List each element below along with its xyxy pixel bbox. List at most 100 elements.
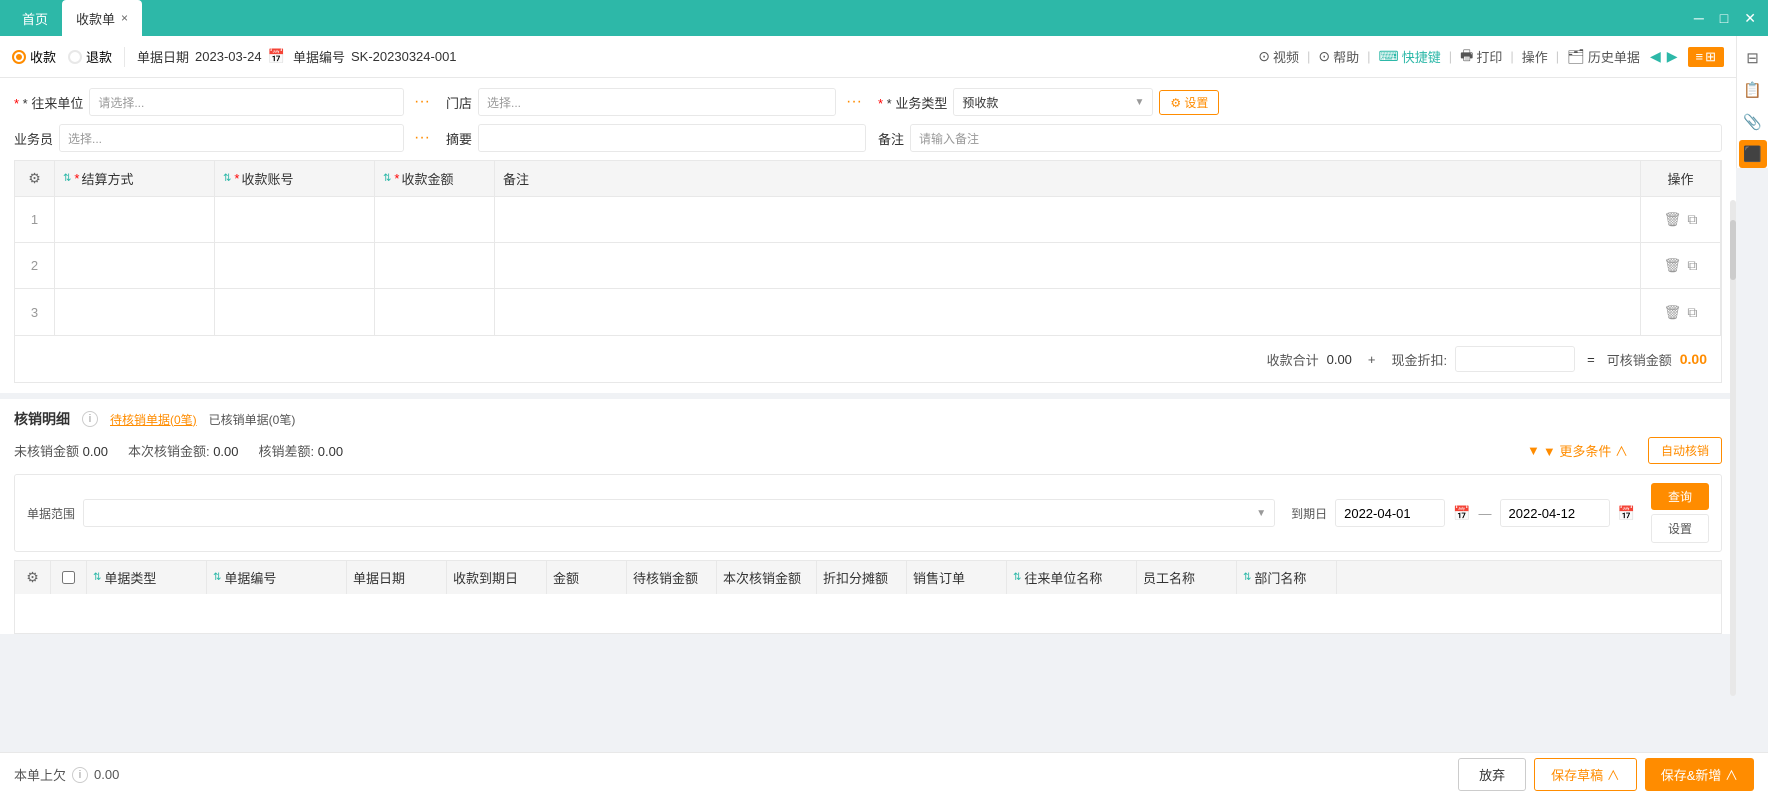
draft-button[interactable]: 保存草稿 ∧ [1534, 758, 1637, 791]
query-button[interactable]: 查询 [1651, 483, 1709, 510]
form-row-2: 业务员 选择... ··· 摘要 备注 请输入备注 [14, 124, 1722, 152]
video-icon: ⊙ [1258, 48, 1270, 65]
bottom-table-body [14, 594, 1722, 634]
right-sidebar: ⊟ 📋 📎 ⬛ [1736, 36, 1768, 168]
sort-icon3: ⇅ [383, 173, 391, 184]
due-date-filter: 到期日 2022-04-01 📅 — 2022-04-12 📅 [1291, 499, 1635, 527]
close-button[interactable]: ✕ [1740, 10, 1760, 27]
account-cell-3[interactable] [215, 289, 375, 335]
history-action[interactable]: 🗂 历史单据 [1567, 47, 1640, 66]
tab-close-icon[interactable]: × [121, 11, 128, 25]
delete-icon-1[interactable]: 🗑 [1664, 211, 1682, 228]
remark-input[interactable]: 请输入备注 [910, 124, 1722, 152]
pending-tab[interactable]: 待核销单据(0笔) [110, 411, 197, 428]
prev-arrow[interactable]: ◀ [1648, 48, 1663, 65]
filter-setting-button[interactable]: 设置 [1651, 514, 1709, 543]
video-action[interactable]: ⊙ 视频 [1258, 47, 1299, 66]
remark-cell-3[interactable] [495, 289, 1641, 335]
sort-partner-icon: ⇅ [1013, 572, 1021, 583]
bth-checkbox[interactable] [51, 561, 87, 594]
help-icon: ⊙ [1318, 48, 1330, 65]
staff-more-icon[interactable]: ··· [410, 129, 434, 147]
copy-icon-3[interactable]: ⧉ [1687, 304, 1697, 321]
settings-button[interactable]: ⚙ 设置 [1159, 90, 1219, 115]
partner-field: * 往来单位 请选择... ··· [14, 88, 434, 116]
layout-button[interactable]: ≡ ⊞ [1688, 47, 1725, 67]
hexiao-section: 核销明细 i 待核销单据(0笔) 已核销单据(0笔) 未核销金额 0.00 本次… [0, 399, 1736, 634]
next-arrow[interactable]: ▶ [1665, 48, 1680, 65]
receipt-radio[interactable]: 收款 [12, 47, 56, 66]
partner-more-icon[interactable]: ··· [410, 93, 434, 111]
minimize-button[interactable]: ─ [1690, 10, 1708, 26]
biz-type-arrow: ▼ [1134, 97, 1144, 108]
toolbar: 收款 退款 单据日期 2023-03-24 📅 单据编号 SK-20230324… [0, 36, 1736, 78]
tab-home[interactable]: 首页 [8, 0, 62, 36]
refund-radio[interactable]: 退款 [68, 47, 112, 66]
delete-icon-2[interactable]: 🗑 [1664, 257, 1682, 274]
bth-pending: 待核销金额 [627, 561, 717, 594]
partner-input[interactable]: 请选择... [89, 88, 404, 116]
remark-cell-1[interactable] [495, 197, 1641, 242]
table-row: 3 🗑 ⧉ [15, 289, 1721, 335]
date-to-cal-icon[interactable]: 📅 [1618, 505, 1635, 522]
bench-info-icon[interactable]: i [72, 767, 88, 783]
remark-cell-2[interactable] [495, 243, 1641, 288]
jiesuan-cell-1[interactable] [55, 197, 215, 242]
shop-more-icon[interactable]: ··· [842, 93, 866, 111]
maximize-button[interactable]: □ [1716, 10, 1732, 26]
print-action[interactable]: 🖶 打印 [1460, 45, 1502, 69]
select-all-checkbox[interactable] [62, 571, 75, 584]
discount-input[interactable] [1455, 346, 1575, 372]
unchecked-stat: 未核销金额 0.00 [14, 441, 108, 460]
calendar-icon[interactable]: 📅 [268, 48, 285, 65]
delete-icon-3[interactable]: 🗑 [1664, 304, 1682, 321]
th-settings[interactable]: ⚙ [15, 161, 55, 196]
filter-buttons: 查询 设置 [1651, 483, 1709, 543]
hexiao-header: 核销明细 i 待核销单据(0笔) 已核销单据(0笔) [14, 409, 1722, 429]
bth-hexiao: 本次核销金额 [717, 561, 817, 594]
shop-field: 门店 选择... ··· [446, 88, 866, 116]
current-stat: 本次核销金额: 0.00 [128, 441, 239, 460]
jiesuan-cell-2[interactable] [55, 243, 215, 288]
sidebar-attach-icon[interactable]: 📎 [1739, 108, 1767, 136]
amount-cell-2[interactable] [375, 243, 495, 288]
save-new-button[interactable]: 保存&新增 ∧ [1645, 758, 1754, 791]
bth-settings[interactable]: ⚙ [15, 561, 51, 594]
tab-receipts[interactable]: 收款单 × [62, 0, 142, 36]
date-from-cal-icon[interactable]: 📅 [1453, 505, 1470, 522]
more-conditions-button[interactable]: ▼ ▼ 更多条件 ∧ [1527, 441, 1628, 460]
date-from-input[interactable]: 2022-04-01 [1335, 499, 1445, 527]
operation-action[interactable]: 操作 [1522, 47, 1548, 66]
hexiao-info-icon[interactable]: i [82, 411, 98, 427]
amount-cell-1[interactable] [375, 197, 495, 242]
copy-icon-2[interactable]: ⧉ [1687, 257, 1697, 274]
auto-hexiao-button[interactable]: 自动核销 [1648, 437, 1722, 464]
bth-date: 单据日期 [347, 561, 447, 594]
shop-input[interactable]: 选择... [478, 88, 836, 116]
table-header: ⚙ ⇅ * 结算方式 ⇅ * 收款账号 ⇅ * 收款金额 [14, 160, 1722, 196]
done-tab[interactable]: 已核销单据(0笔) [209, 411, 296, 428]
scroll-thumb[interactable] [1730, 220, 1736, 280]
sidebar-frame-icon[interactable]: ⬛ [1739, 140, 1767, 168]
amount-cell-3[interactable] [375, 289, 495, 335]
sidebar-table-icon[interactable]: ⊟ [1739, 44, 1767, 72]
tab-bar: 首页 收款单 × ─ □ ✕ [0, 0, 1768, 36]
account-cell-1[interactable] [215, 197, 375, 242]
biz-type-select[interactable]: 预收款 ▼ [953, 88, 1153, 116]
date-to-input[interactable]: 2022-04-12 [1500, 499, 1610, 527]
account-cell-2[interactable] [215, 243, 375, 288]
sidebar-list-icon[interactable]: 📋 [1739, 76, 1767, 104]
table-footer: 收款合计 0.00 + 现金折扣: = 可核销金额 0.00 [14, 336, 1722, 383]
shortcut-action[interactable]: ⌨ 快捷键 [1378, 47, 1440, 66]
abandon-button[interactable]: 放弃 [1458, 758, 1526, 791]
receipt-table: ⚙ ⇅ * 结算方式 ⇅ * 收款账号 ⇅ * 收款金额 [14, 160, 1722, 336]
range-select[interactable]: ▼ [83, 499, 1275, 527]
scrollbar[interactable] [1730, 200, 1736, 696]
copy-icon-1[interactable]: ⧉ [1687, 211, 1697, 228]
staff-input[interactable]: 选择... [59, 124, 404, 152]
jiesuan-cell-3[interactable] [55, 289, 215, 335]
summary-input[interactable] [478, 124, 866, 152]
print-icon: 🖶 [1460, 45, 1473, 69]
bth-dept: ⇅ 部门名称 [1237, 561, 1337, 594]
help-action[interactable]: ⊙ 帮助 [1318, 47, 1359, 66]
